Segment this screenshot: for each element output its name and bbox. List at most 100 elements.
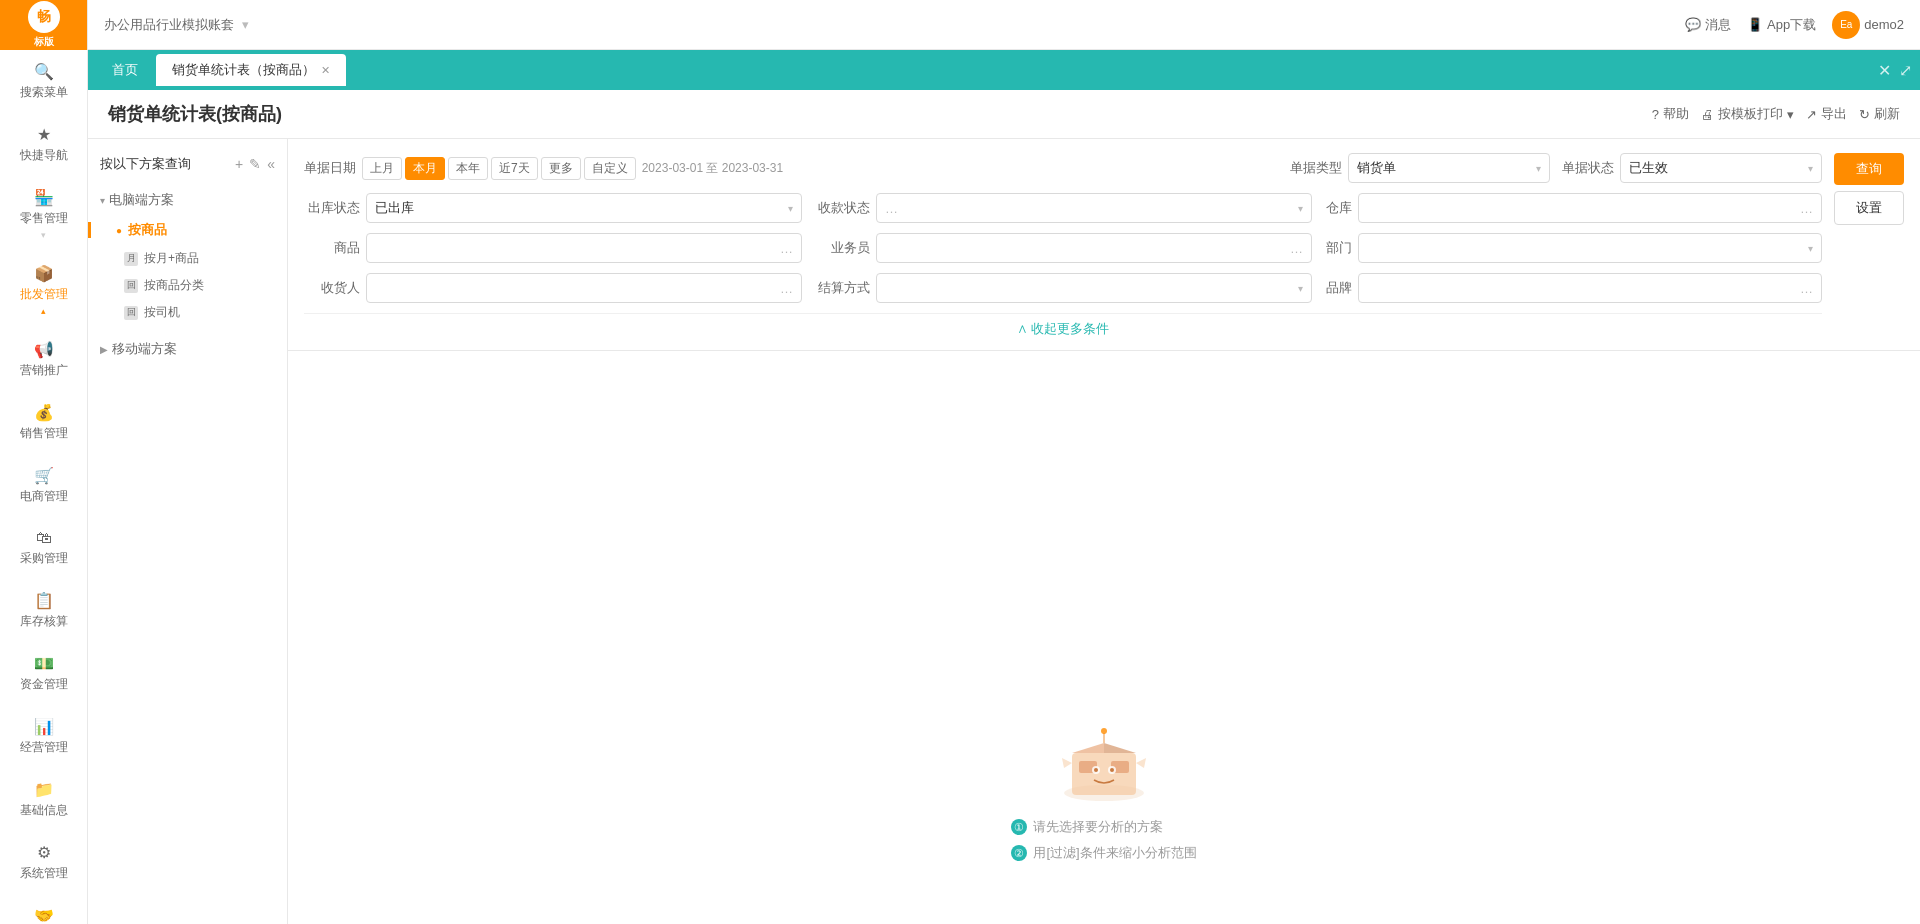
date-btn-this-year[interactable]: 本年: [448, 157, 488, 180]
collapse-conditions-btn[interactable]: ∧ 收起更多条件: [304, 313, 1822, 344]
logo-icon: 畅: [28, 1, 60, 33]
sidebar-item-marketing[interactable]: 📢 营销推广: [0, 328, 87, 391]
operations-icon: 📊: [34, 717, 54, 736]
export-btn[interactable]: ↗ 导出: [1806, 105, 1847, 123]
sidebar-item-system[interactable]: ⚙ 系统管理: [0, 831, 87, 894]
scheme-group-pc-header[interactable]: ▾ 电脑端方案: [88, 185, 287, 215]
tab-close-btn[interactable]: ✕: [321, 64, 330, 77]
bill-type-select[interactable]: 销货单 ▾: [1348, 153, 1550, 183]
scheme-item-by-customer[interactable]: 回 按司机: [88, 299, 287, 326]
refresh-label: 刷新: [1874, 105, 1900, 123]
collapse-label: ∧ 收起更多条件: [1017, 320, 1110, 338]
by-product-active-icon: ●: [116, 225, 122, 236]
date-btn-last-7[interactable]: 近7天: [491, 157, 538, 180]
sidebar-item-stock[interactable]: 📋 库存核算: [0, 579, 87, 642]
tabbar: 首页 销货单统计表（按商品） ✕ ✕ ⤢: [88, 50, 1920, 90]
setting-button[interactable]: 设置: [1834, 191, 1904, 225]
tab-close-window-btn[interactable]: ✕: [1878, 61, 1891, 80]
sidebar-item-wholesale[interactable]: 📦 批发管理 ▴: [0, 252, 87, 328]
staff-input[interactable]: …: [876, 233, 1312, 263]
tip-1-text: 请先选择要分析的方案: [1033, 818, 1163, 836]
marketing-icon: 📢: [34, 340, 54, 359]
scheme-group-mobile-header[interactable]: ▶ 移动端方案: [88, 334, 287, 364]
sidebar-label-sales: 销售管理: [20, 425, 68, 442]
tab-home-label: 首页: [112, 61, 138, 79]
consignee-dots: …: [780, 281, 793, 296]
sidebar-item-enterprise[interactable]: 🤝 企业协同: [0, 894, 87, 924]
empty-state: ① 请先选择要分析的方案 ② 用[过滤]条件来缩小分析范围: [288, 351, 1920, 924]
settle-chevron: ▾: [1298, 283, 1303, 294]
stock-icon: 📋: [34, 591, 54, 610]
scheme-group-pc: ▾ 电脑端方案 ● 按商品 月 按月+商品 回 按商品分类: [88, 181, 287, 330]
scheme-item-by-product-label: 按商品: [128, 221, 167, 239]
stock-status-value: 已出库: [375, 199, 414, 217]
bill-status-select[interactable]: 已生效 ▾: [1620, 153, 1822, 183]
tab-report[interactable]: 销货单统计表（按商品） ✕: [156, 54, 346, 86]
app-download-btn[interactable]: 📱 App下载: [1747, 16, 1816, 34]
scheme-collapse-btn[interactable]: «: [267, 156, 275, 172]
print-btn[interactable]: 🖨 按模板打印 ▾: [1701, 105, 1794, 123]
sidebar-label-ecommerce: 电商管理: [20, 488, 68, 505]
avatar: Ea: [1832, 11, 1860, 39]
sidebar-item-basic[interactable]: 📁 基础信息: [0, 768, 87, 831]
scheme-icons: + ✎ «: [235, 156, 275, 172]
consignee-input[interactable]: …: [366, 273, 802, 303]
empty-tips: ① 请先选择要分析的方案 ② 用[过滤]条件来缩小分析范围: [1011, 818, 1196, 862]
product-input[interactable]: …: [366, 233, 802, 263]
enterprise-icon: 🤝: [34, 906, 54, 924]
scheme-item-by-product-cat[interactable]: 回 按商品分类: [88, 272, 287, 299]
warehouse-select[interactable]: …: [1358, 193, 1822, 223]
scheme-panel-title: 按以下方案查询: [100, 155, 191, 173]
date-btn-custom[interactable]: 自定义: [584, 157, 636, 180]
print-arrow-icon: ▾: [1787, 107, 1794, 122]
sidebar-item-finance[interactable]: 💵 资金管理: [0, 642, 87, 705]
date-btn-last-month[interactable]: 上月: [362, 157, 402, 180]
payment-status-select[interactable]: … ▾: [876, 193, 1312, 223]
message-btn[interactable]: 💬 消息: [1685, 16, 1731, 34]
finance-icon: 💵: [34, 654, 54, 673]
payment-status-field: 收款状态 … ▾: [814, 193, 1312, 223]
scheme-edit-btn[interactable]: ✎: [249, 156, 261, 172]
date-range-text: 2023-03-01 至 2023-03-31: [642, 160, 783, 177]
chevron-right-icon: ▶: [100, 344, 108, 355]
sidebar-item-operations[interactable]: 📊 经营管理: [0, 705, 87, 768]
chevron-down-icon: ▾: [100, 195, 105, 206]
tab-maximize-btn[interactable]: ⤢: [1899, 61, 1912, 80]
refresh-btn[interactable]: ↻ 刷新: [1859, 105, 1900, 123]
logo: 畅 标版: [0, 0, 87, 50]
basic-icon: 📁: [34, 780, 54, 799]
sidebar-item-retail[interactable]: 🏪 零售管理 ▾: [0, 176, 87, 252]
page-title: 销货单统计表(按商品): [108, 102, 282, 126]
export-icon: ↗: [1806, 107, 1817, 122]
customer-icon: 回: [124, 306, 138, 320]
settle-select[interactable]: ▾: [876, 273, 1312, 303]
message-label: 消息: [1705, 16, 1731, 34]
sidebar-item-purchase[interactable]: 🛍 采购管理: [0, 517, 87, 579]
stock-status-select[interactable]: 已出库 ▾: [366, 193, 802, 223]
sidebar-item-ecommerce[interactable]: 🛒 电商管理: [0, 454, 87, 517]
user-name: demo2: [1864, 17, 1904, 32]
sales-icon: 💰: [34, 403, 54, 422]
help-btn[interactable]: ? 帮助: [1652, 105, 1689, 123]
product-label: 商品: [304, 239, 360, 257]
scheme-item-by-product[interactable]: ● 按商品: [88, 215, 287, 245]
bill-type-label: 单据类型: [1290, 159, 1342, 177]
sidebar-menu: 🔍 搜索菜单 ★ 快捷导航 🏪 零售管理 ▾ 📦 批发管理 ▴ 📢 营销推广 💰…: [0, 50, 87, 924]
consignee-field: 收货人 …: [304, 273, 802, 303]
sidebar-item-quick-nav[interactable]: ★ 快捷导航: [0, 113, 87, 176]
brand-input[interactable]: …: [1358, 273, 1822, 303]
scheme-item-by-month-product[interactable]: 月 按月+商品: [88, 245, 287, 272]
sidebar-item-search[interactable]: 🔍 搜索菜单: [0, 50, 87, 113]
print-label: 按模板打印: [1718, 105, 1783, 123]
empty-tip-1: ① 请先选择要分析的方案: [1011, 818, 1196, 836]
filter-row-4: 收货人 … 结算方式 ▾: [304, 273, 1822, 303]
date-btn-more[interactable]: 更多: [541, 157, 581, 180]
sidebar-item-sales[interactable]: 💰 销售管理: [0, 391, 87, 454]
date-btn-this-month[interactable]: 本月: [405, 157, 445, 180]
user-profile[interactable]: Ea demo2: [1832, 11, 1904, 39]
scheme-add-btn[interactable]: +: [235, 156, 243, 172]
query-button[interactable]: 查询: [1834, 153, 1904, 185]
dept-select[interactable]: ▾: [1358, 233, 1822, 263]
stock-status-label: 出库状态: [304, 199, 360, 217]
tab-home[interactable]: 首页: [96, 54, 154, 86]
